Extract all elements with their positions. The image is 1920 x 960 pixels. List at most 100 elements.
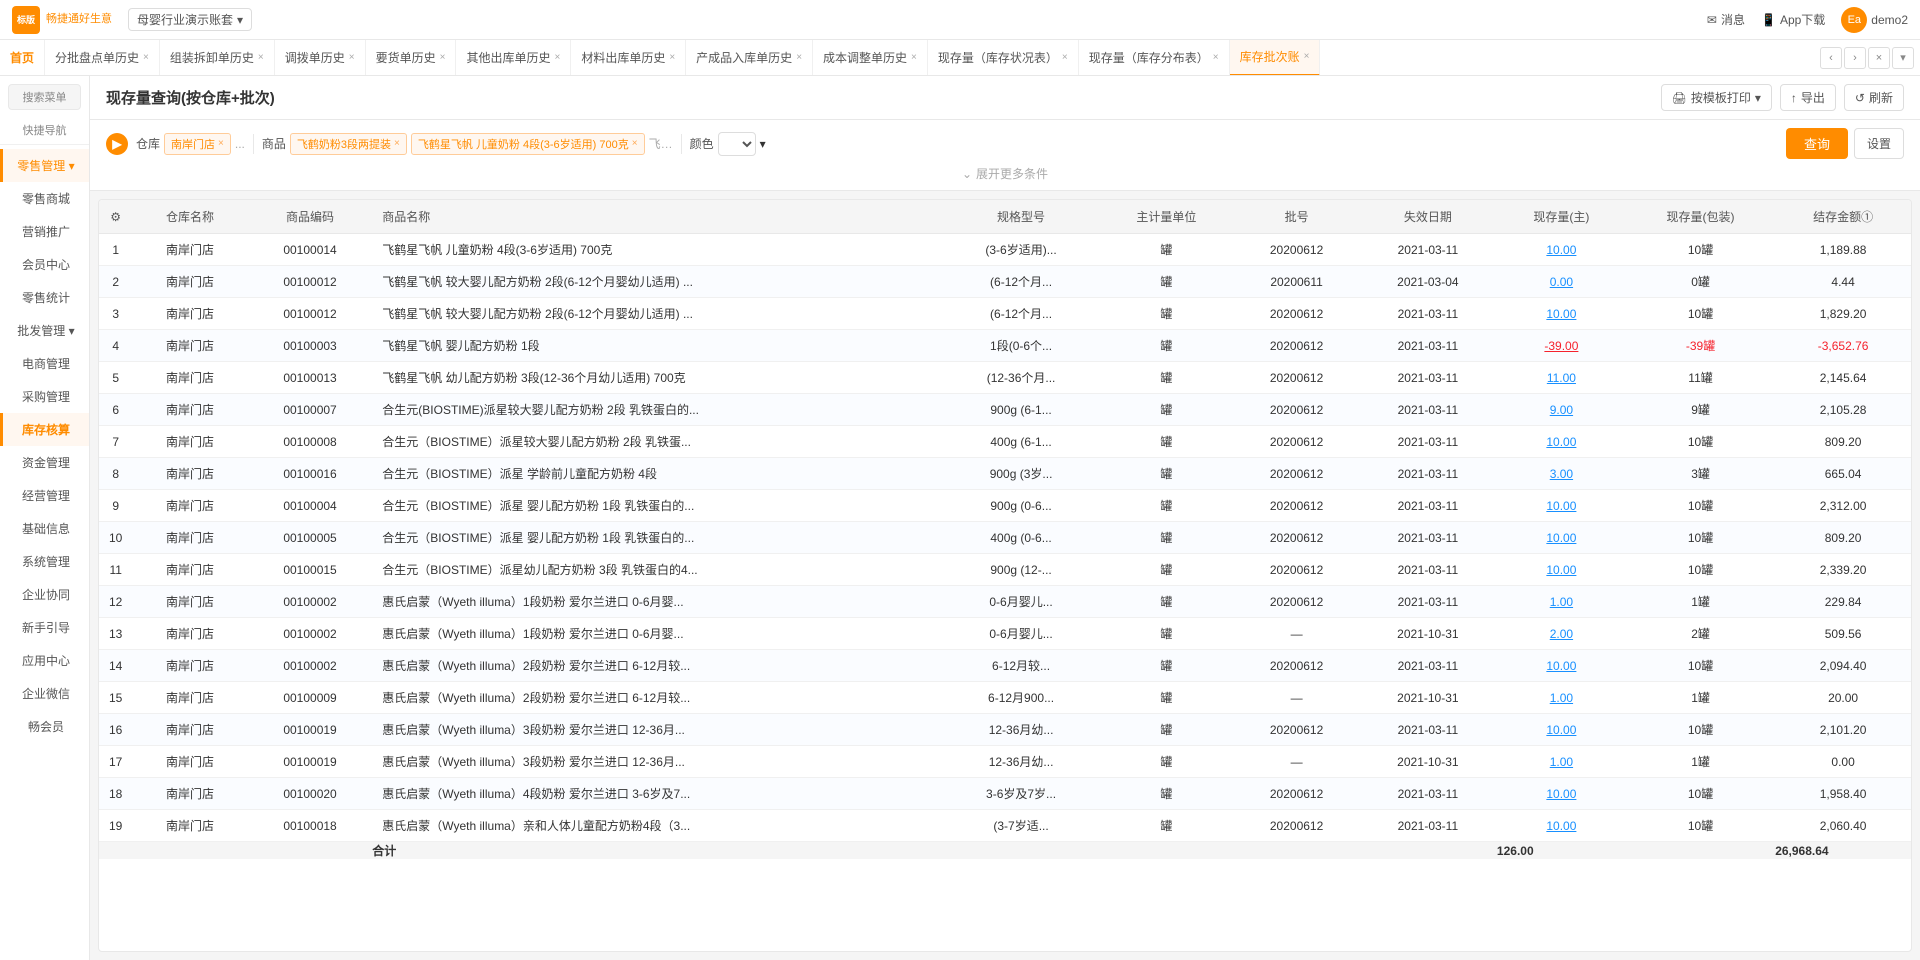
product-tag-2-remove[interactable]: ×	[632, 138, 638, 149]
cell-qty-main[interactable]: 0.00	[1497, 266, 1626, 298]
sidebar-item-finance[interactable]: 资金管理	[0, 446, 89, 479]
warehouse-more[interactable]: ...	[235, 137, 245, 151]
sidebar-item-vip[interactable]: 畅会员	[0, 710, 89, 743]
filter-expand-button[interactable]: ▶	[106, 133, 128, 155]
cell-qty-main[interactable]: 10.00	[1497, 426, 1626, 458]
sidebar-item-purchase[interactable]: 采购管理	[0, 380, 89, 413]
col-gear[interactable]: ⚙	[99, 200, 132, 234]
cell-qty-main[interactable]: -39.00	[1497, 330, 1626, 362]
cell-code: 00100019	[248, 714, 373, 746]
cell-spec: (12-36个月...	[944, 362, 1099, 394]
tab-4-close[interactable]: ×	[440, 52, 446, 63]
cell-expire: 2021-03-04	[1359, 266, 1497, 298]
sidebar-item-appstore[interactable]: 应用中心	[0, 644, 89, 677]
user-avatar-area[interactable]: Ea demo2	[1841, 7, 1908, 33]
filter-expand-more[interactable]: ⌄ 展开更多条件	[106, 165, 1904, 182]
tab-10-close[interactable]: ×	[1213, 52, 1219, 63]
sidebar-item-system[interactable]: 系统管理	[0, 545, 89, 578]
tab-8[interactable]: 成本调整单历史 ×	[813, 40, 928, 76]
tab-1[interactable]: 分批盘点单历史 ×	[45, 40, 160, 76]
sidebar-search-area: 搜索菜单	[0, 76, 89, 118]
warehouse-tag-1-remove[interactable]: ×	[218, 138, 224, 149]
tab-5[interactable]: 其他出库单历史 ×	[456, 40, 571, 76]
warehouse-filter-group: 仓库 南岸门店 × ...	[136, 133, 245, 155]
export-button[interactable]: ↑ 导出	[1780, 84, 1836, 111]
tab-10[interactable]: 现存量（库存分布表） ×	[1079, 40, 1230, 76]
cell-qty-main[interactable]: 1.00	[1497, 586, 1626, 618]
product-more[interactable]: 飞…	[649, 135, 673, 152]
tab-3[interactable]: 调拨单历史 ×	[275, 40, 366, 76]
cell-qty-main[interactable]: 10.00	[1497, 234, 1626, 266]
sidebar-item-retail-shop[interactable]: 零售商城	[0, 182, 89, 215]
sidebar-item-enterprise[interactable]: 企业协同	[0, 578, 89, 611]
color-select[interactable]	[718, 132, 756, 156]
search-menu-button[interactable]: 搜索菜单	[8, 84, 81, 110]
tab-7[interactable]: 产成品入库单历史 ×	[686, 40, 813, 76]
cell-qty-main[interactable]: 10.00	[1497, 810, 1626, 842]
cell-qty-main[interactable]: 11.00	[1497, 362, 1626, 394]
cell-warehouse: 南岸门店	[132, 362, 247, 394]
summary-empty-7	[1359, 842, 1497, 860]
tab-next-btn[interactable]: ›	[1844, 47, 1866, 69]
table-header-row: ⚙ 仓库名称 商品编码 商品名称 规格型号 主计量单位 批号 失效日期 现存量(…	[99, 200, 1911, 234]
tab-home[interactable]: 首页	[0, 40, 45, 76]
tab-5-close[interactable]: ×	[554, 52, 560, 63]
template-print-button[interactable]: 🖨 按模板打印 ▾	[1661, 84, 1772, 111]
tab-7-close[interactable]: ×	[796, 52, 802, 63]
cell-name: 惠氏启蒙（Wyeth illuma）亲和人体儿童配方奶粉4段（3...	[372, 810, 943, 842]
refresh-button[interactable]: ↺ 刷新	[1844, 84, 1904, 111]
cell-qty-main[interactable]: 10.00	[1497, 298, 1626, 330]
settings-button[interactable]: 设置	[1854, 128, 1904, 159]
cell-qty-main[interactable]: 10.00	[1497, 650, 1626, 682]
cell-no: 17	[99, 746, 132, 778]
sidebar-item-basic[interactable]: 基础信息	[0, 512, 89, 545]
message-button[interactable]: ✉ 消息	[1707, 11, 1745, 28]
tab-2-close[interactable]: ×	[258, 52, 264, 63]
cell-qty-main[interactable]: 1.00	[1497, 682, 1626, 714]
cell-qty-main[interactable]: 10.00	[1497, 778, 1626, 810]
cell-qty-main[interactable]: 9.00	[1497, 394, 1626, 426]
sidebar-item-corpwechat[interactable]: 企业微信	[0, 677, 89, 710]
product-tag-2-text: 飞鹤星飞帆 儿童奶粉 4段(3-6岁适用) 700克	[418, 136, 629, 152]
sidebar-item-operation[interactable]: 经营管理	[0, 479, 89, 512]
sidebar-item-member[interactable]: 会员中心	[0, 248, 89, 281]
tab-6-close[interactable]: ×	[669, 52, 675, 63]
cell-qty-main[interactable]: 1.00	[1497, 746, 1626, 778]
cell-qty-main[interactable]: 3.00	[1497, 458, 1626, 490]
product-tag-1-remove[interactable]: ×	[394, 138, 400, 149]
account-dropdown[interactable]: 母婴行业演示账套 ▾	[128, 8, 252, 31]
app-label: App下载	[1780, 11, 1825, 28]
avatar-initials: Ea	[1848, 14, 1861, 26]
cell-qty-pkg: 10罐	[1626, 234, 1775, 266]
cell-qty-main[interactable]: 10.00	[1497, 522, 1626, 554]
tab-11[interactable]: 库存批次账 ×	[1230, 40, 1321, 76]
logo-area: 标版 畅捷通好生意	[12, 6, 112, 34]
sidebar-item-inventory[interactable]: 库存核算	[0, 413, 89, 446]
cell-qty-main[interactable]: 10.00	[1497, 554, 1626, 586]
tab-4[interactable]: 要货单历史 ×	[366, 40, 457, 76]
sidebar-item-batch[interactable]: 批发管理 ▾	[0, 314, 89, 347]
tab-8-close[interactable]: ×	[911, 52, 917, 63]
tab-6[interactable]: 材料出库单历史 ×	[571, 40, 686, 76]
cell-qty-main[interactable]: 10.00	[1497, 714, 1626, 746]
query-button[interactable]: 查询	[1786, 128, 1848, 159]
cell-no: 6	[99, 394, 132, 426]
cell-qty-main[interactable]: 10.00	[1497, 490, 1626, 522]
sidebar-item-retail-stats[interactable]: 零售统计	[0, 281, 89, 314]
tab-prev-btn[interactable]: ‹	[1820, 47, 1842, 69]
tab-9[interactable]: 现存量（库存状况表） ×	[928, 40, 1079, 76]
tab-1-close[interactable]: ×	[143, 52, 149, 63]
app-download-button[interactable]: 📱 App下载	[1761, 11, 1825, 28]
sidebar-item-zero-retail[interactable]: 零售管理 ▾	[0, 149, 89, 182]
tab-3-close[interactable]: ×	[349, 52, 355, 63]
tab-2[interactable]: 组装拆卸单历史 ×	[160, 40, 275, 76]
tab-menu-btn[interactable]: ▾	[1892, 47, 1914, 69]
tab-11-close[interactable]: ×	[1304, 51, 1310, 62]
sidebar-item-ecom[interactable]: 电商管理	[0, 347, 89, 380]
sidebar-item-marketing[interactable]: 营销推广	[0, 215, 89, 248]
tab-close-btn[interactable]: ×	[1868, 47, 1890, 69]
tab-9-close[interactable]: ×	[1062, 52, 1068, 63]
sidebar-item-newguide[interactable]: 新手引导	[0, 611, 89, 644]
cell-amount: 2,105.28	[1775, 394, 1911, 426]
cell-qty-main[interactable]: 2.00	[1497, 618, 1626, 650]
